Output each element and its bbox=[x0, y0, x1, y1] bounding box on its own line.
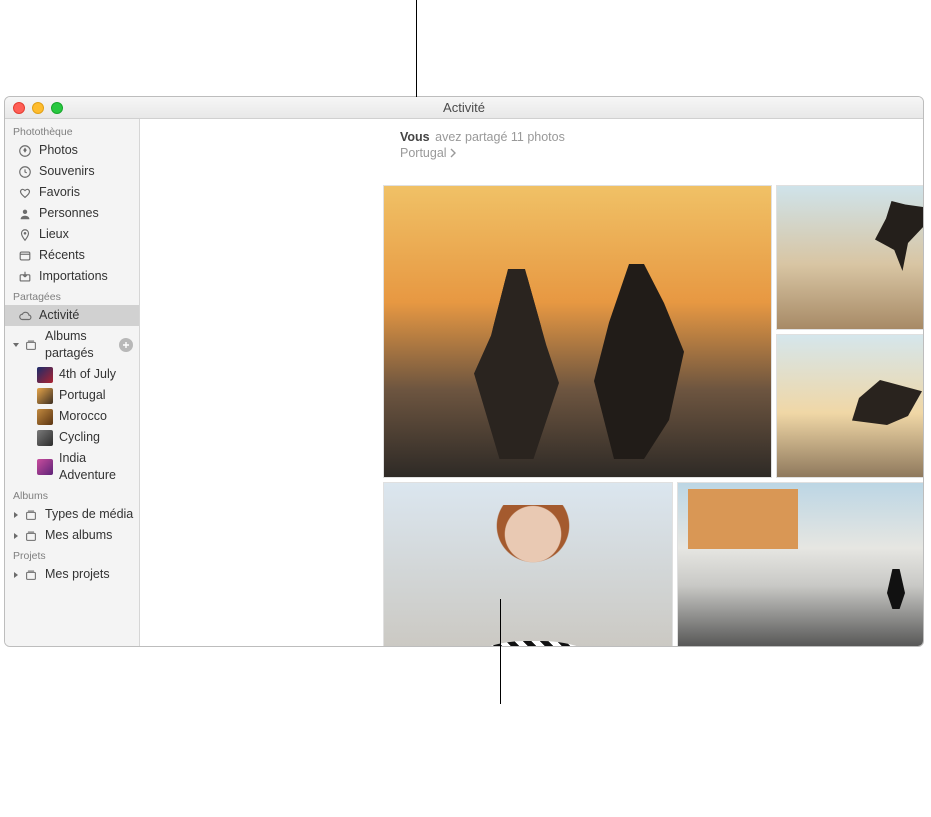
sidebar-section-shared: Partagées bbox=[5, 287, 139, 305]
photo-tile[interactable] bbox=[677, 482, 923, 646]
sidebar-item-album-portugal[interactable]: Portugal bbox=[5, 385, 139, 406]
album-thumb bbox=[37, 459, 53, 475]
photo-grid bbox=[383, 185, 908, 646]
sidebar-item-label: Lieux bbox=[39, 226, 69, 243]
sidebar-item-label: 4th of July bbox=[59, 366, 116, 383]
sidebar: Photothèque Photos Souvenirs Favoris bbox=[5, 119, 140, 646]
sidebar-item-my-projects[interactable]: Mes projets bbox=[5, 564, 139, 585]
sidebar-item-label: Mes albums bbox=[45, 527, 112, 544]
album-stack-icon bbox=[23, 337, 39, 353]
chevron-right-icon[interactable] bbox=[11, 510, 21, 520]
album-icon bbox=[23, 528, 39, 544]
sidebar-item-label: Personnes bbox=[39, 205, 99, 222]
share-album-name: Portugal bbox=[400, 145, 447, 161]
sidebar-item-photos[interactable]: Photos bbox=[5, 140, 139, 161]
album-icon bbox=[23, 567, 39, 583]
sidebar-item-label: Morocco bbox=[59, 408, 107, 425]
sidebar-item-memories[interactable]: Souvenirs bbox=[5, 161, 139, 182]
sidebar-item-label: Cycling bbox=[59, 429, 100, 446]
fullscreen-button[interactable] bbox=[51, 102, 63, 114]
album-thumb bbox=[37, 430, 53, 446]
sidebar-item-media-types[interactable]: Types de média bbox=[5, 504, 139, 525]
share-message: avez partagé 11 photos bbox=[435, 130, 565, 144]
sidebar-item-album-india[interactable]: India Adventure bbox=[5, 448, 139, 486]
album-thumb bbox=[37, 388, 53, 404]
sidebar-item-label: Portugal bbox=[59, 387, 106, 404]
sidebar-item-places[interactable]: Lieux bbox=[5, 224, 139, 245]
callout-line-top bbox=[416, 0, 417, 97]
traffic-lights bbox=[13, 102, 63, 114]
photo-tile[interactable] bbox=[383, 482, 673, 646]
heart-icon bbox=[17, 185, 33, 201]
add-album-button[interactable] bbox=[119, 338, 133, 352]
minimize-button[interactable] bbox=[32, 102, 44, 114]
cloud-icon bbox=[17, 308, 33, 324]
photos-icon bbox=[17, 143, 33, 159]
chevron-right-icon bbox=[450, 148, 457, 158]
chevron-right-icon[interactable] bbox=[11, 531, 21, 541]
sidebar-item-favorites[interactable]: Favoris bbox=[5, 182, 139, 203]
share-album-link[interactable]: Portugal bbox=[400, 145, 457, 161]
sidebar-item-label: Types de média bbox=[45, 506, 133, 523]
sidebar-item-label: Récents bbox=[39, 247, 85, 264]
sidebar-item-my-albums[interactable]: Mes albums bbox=[5, 525, 139, 546]
app-window: Activité Photothèque Photos Souvenirs bbox=[4, 96, 924, 647]
sidebar-item-recents[interactable]: Récents bbox=[5, 245, 139, 266]
sidebar-item-label: Souvenirs bbox=[39, 163, 95, 180]
sidebar-item-label: Photos bbox=[39, 142, 78, 159]
photo-tile[interactable] bbox=[776, 334, 923, 478]
person-icon bbox=[17, 206, 33, 222]
sidebar-item-label: Mes projets bbox=[45, 566, 110, 583]
pin-icon bbox=[17, 227, 33, 243]
sidebar-item-activity[interactable]: Activité bbox=[5, 305, 139, 326]
sidebar-item-label: Importations bbox=[39, 268, 108, 285]
sidebar-item-album-4th-of-july[interactable]: 4th of July bbox=[5, 364, 139, 385]
callout-line-bottom bbox=[500, 599, 501, 704]
import-icon bbox=[17, 269, 33, 285]
activity-content: Vous avez partagé 11 photos Portugal bbox=[140, 119, 923, 646]
sidebar-item-label: Activité bbox=[39, 307, 79, 324]
album-thumb bbox=[37, 367, 53, 383]
sidebar-item-imports[interactable]: Importations bbox=[5, 266, 139, 287]
sidebar-item-shared-albums[interactable]: Albums partagés bbox=[5, 326, 139, 364]
sidebar-section-projects: Projets bbox=[5, 546, 139, 564]
sidebar-item-album-cycling[interactable]: Cycling bbox=[5, 427, 139, 448]
sidebar-item-label: India Adventure bbox=[59, 450, 135, 484]
clock-icon bbox=[17, 164, 33, 180]
titlebar: Activité bbox=[5, 97, 923, 119]
share-author: Vous bbox=[400, 130, 430, 144]
album-icon bbox=[23, 507, 39, 523]
sidebar-item-people[interactable]: Personnes bbox=[5, 203, 139, 224]
photo-tile[interactable] bbox=[383, 185, 772, 478]
chevron-down-icon[interactable] bbox=[11, 340, 21, 350]
chevron-right-icon[interactable] bbox=[11, 570, 21, 580]
window-title: Activité bbox=[443, 100, 485, 115]
sidebar-section-albums: Albums bbox=[5, 486, 139, 504]
recents-icon bbox=[17, 248, 33, 264]
sidebar-item-album-morocco[interactable]: Morocco bbox=[5, 406, 139, 427]
album-thumb bbox=[37, 409, 53, 425]
activity-header: Vous avez partagé 11 photos Portugal bbox=[140, 119, 923, 167]
sidebar-item-label: Favoris bbox=[39, 184, 80, 201]
photo-tile[interactable] bbox=[776, 185, 923, 330]
sidebar-section-library: Photothèque bbox=[5, 122, 139, 140]
close-button[interactable] bbox=[13, 102, 25, 114]
